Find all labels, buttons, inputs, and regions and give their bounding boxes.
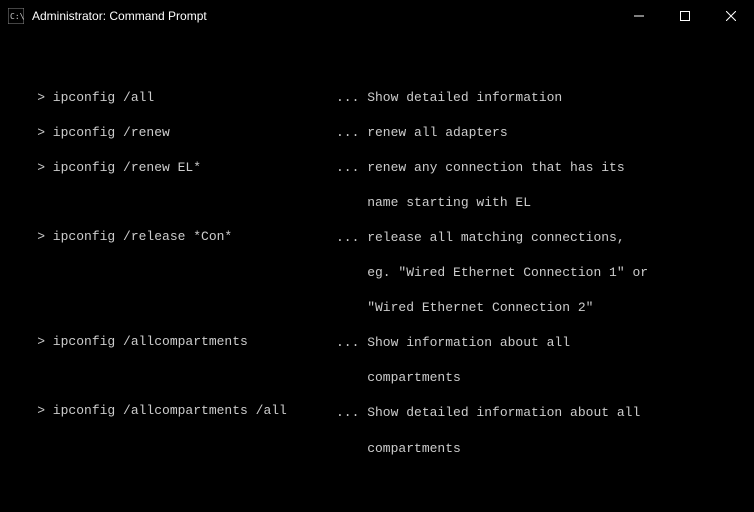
terminal-content[interactable]: > ipconfig /all > ipconfig /renew > ipco… (0, 32, 754, 512)
example-desc: name starting with EL (336, 194, 748, 212)
example-desc: eg. "Wired Ethernet Connection 1" or (336, 264, 748, 282)
example-desc: "Wired Ethernet Connection 2" (336, 299, 748, 317)
example-desc: ... renew any connection that has its (336, 159, 748, 177)
example-desc: ... release all matching connections, (336, 229, 748, 247)
example-cmd: > ipconfig /all (6, 89, 336, 107)
ipconfig-examples: > ipconfig /all > ipconfig /renew > ipco… (6, 71, 748, 492)
window-controls (616, 0, 754, 31)
example-cmd (6, 264, 336, 281)
example-cmd (6, 194, 336, 211)
close-button[interactable] (708, 0, 754, 31)
example-desc: ... Show information about all (336, 334, 748, 352)
example-cmd (6, 437, 336, 454)
example-desc: ... Show detailed information (336, 89, 748, 107)
example-desc: compartments (336, 369, 748, 387)
svg-text:C:\: C:\ (10, 12, 24, 21)
example-cmd: > ipconfig /allcompartments (6, 333, 336, 351)
example-cmd: > ipconfig /allcompartments /all (6, 402, 336, 420)
example-cmd: > ipconfig /renew EL* (6, 159, 336, 177)
example-cmd (6, 298, 336, 315)
example-desc: ... Show detailed information about all (336, 404, 748, 422)
example-cmd (6, 368, 336, 385)
example-cmd: > ipconfig /release *Con* (6, 228, 336, 246)
minimize-button[interactable] (616, 0, 662, 31)
example-desc: ... renew all adapters (336, 124, 748, 142)
example-cmd: > ipconfig /renew (6, 124, 336, 142)
titlebar: C:\ Administrator: Command Prompt (0, 0, 754, 32)
maximize-button[interactable] (662, 0, 708, 31)
example-desc: compartments (336, 440, 748, 458)
cmd-icon: C:\ (8, 8, 24, 24)
window-title: Administrator: Command Prompt (32, 9, 616, 23)
